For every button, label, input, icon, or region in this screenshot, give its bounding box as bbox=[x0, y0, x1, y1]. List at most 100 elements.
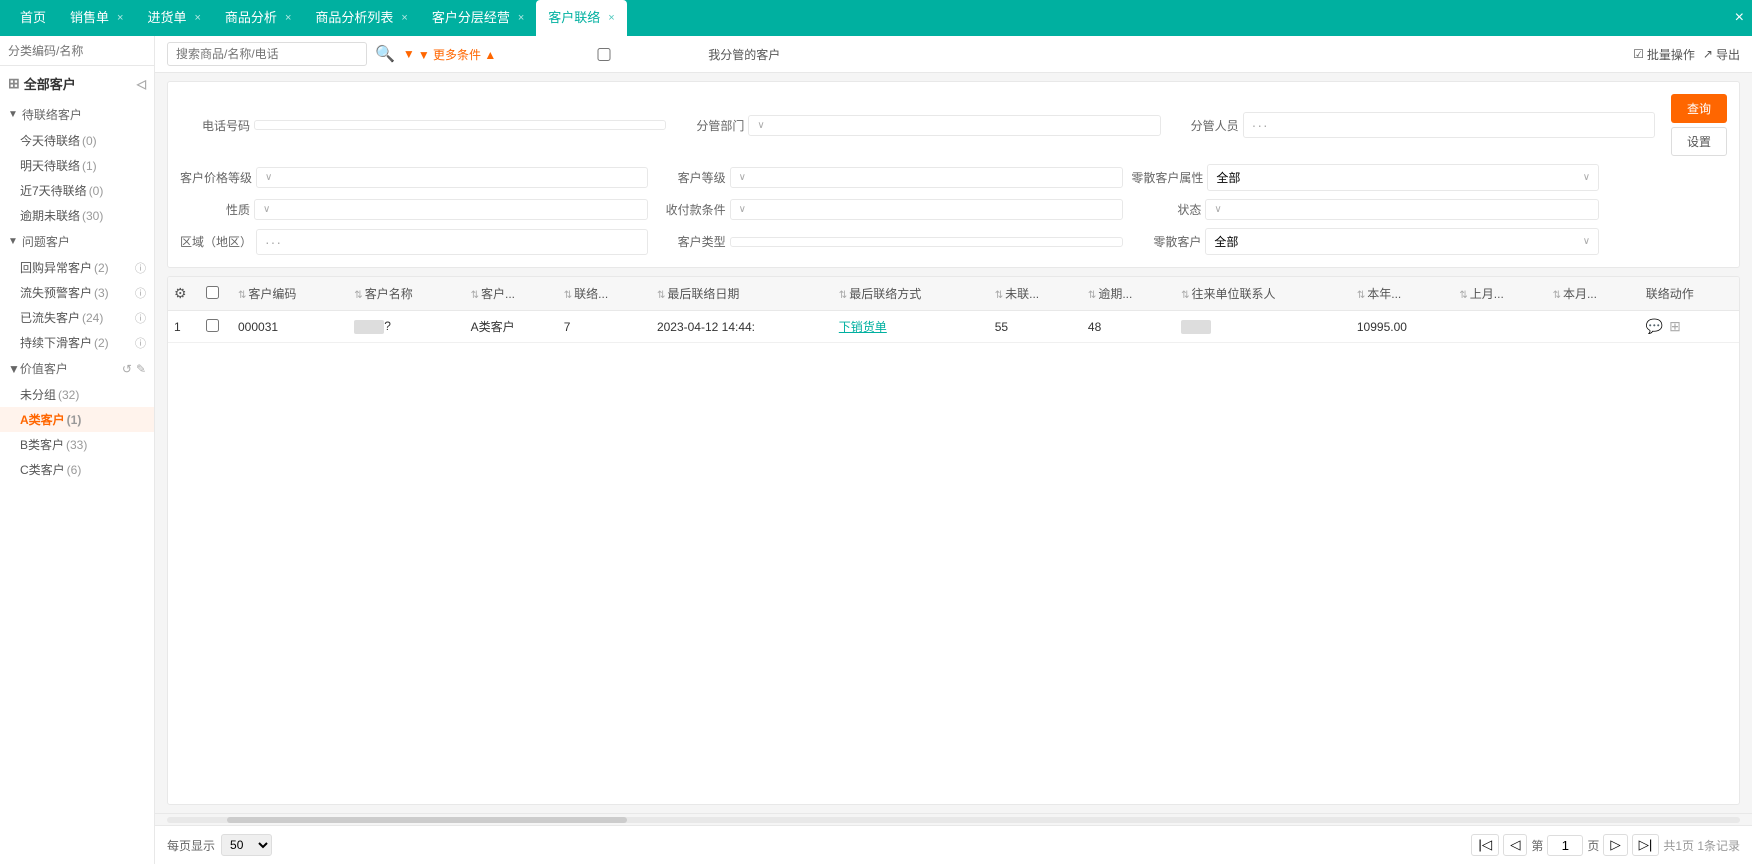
filter-customer-level-select[interactable]: ∨ bbox=[730, 167, 1124, 188]
filter-dept-select[interactable]: ∨ bbox=[748, 115, 1160, 136]
row-checkbox[interactable] bbox=[206, 319, 219, 332]
sidebar-item-tomorrow-contact[interactable]: 明天待联络(1) bbox=[0, 153, 154, 178]
refresh-icon[interactable]: ↺ bbox=[122, 362, 132, 376]
table-row: 1 000031 ? A类客户 7 2023-04-12 14:44: 下销货单 bbox=[168, 311, 1739, 343]
filter-retail-customer-select[interactable]: 全部 ∨ bbox=[1205, 228, 1599, 255]
filter-region: 区域（地区） ··· bbox=[180, 229, 648, 255]
sidebar-item-churned[interactable]: 已流失客户(24) ⓘ bbox=[0, 305, 154, 330]
batch-op-button[interactable]: ☑ 批量操作 bbox=[1633, 46, 1695, 63]
pagination: 每页显示 50 100 200 |◁ ◁ 第 页 ▷ ▷| 共1页 1条记录 bbox=[155, 825, 1752, 864]
close-customer-segment-icon[interactable]: × bbox=[518, 0, 524, 36]
column-settings-icon[interactable]: ⚙ bbox=[174, 285, 187, 301]
close-all-tabs[interactable]: × bbox=[1735, 9, 1744, 27]
th-this-year: ⇅本年... bbox=[1351, 277, 1454, 311]
sidebar-search-input[interactable] bbox=[8, 44, 155, 58]
close-purchase-icon[interactable]: × bbox=[194, 0, 200, 36]
my-customers-checkbox-label[interactable]: 我分管的客户 bbox=[504, 46, 780, 63]
query-button[interactable]: 查询 bbox=[1671, 94, 1727, 123]
td-customer-type: A类客户 bbox=[465, 311, 558, 343]
info-icon-declining: ⓘ bbox=[135, 335, 146, 351]
filter-status-select[interactable]: ∨ bbox=[1205, 199, 1599, 220]
toolbar: 🔍 ▼ ▼ 更多条件 ▲ 我分管的客户 ☑ 批量操作 ↗ 导出 bbox=[155, 36, 1752, 73]
edit-icon[interactable]: ✎ bbox=[136, 362, 146, 376]
sidebar-all-customers[interactable]: ⊞ 全部客户 ◁ bbox=[0, 66, 154, 101]
sidebar-collapse-icon[interactable]: ◁ bbox=[137, 77, 146, 91]
nav-purchase[interactable]: 进货单 × bbox=[135, 0, 212, 36]
nav-customer-contact[interactable]: 客户联络 × bbox=[536, 0, 626, 36]
sidebar-item-class-a[interactable]: A类客户(1) bbox=[0, 407, 154, 432]
sidebar-item-repurchase-abnormal[interactable]: 回购异常客户(2) ⓘ bbox=[0, 255, 154, 280]
search-input[interactable] bbox=[167, 42, 367, 66]
th-name: ⇅客户名称 bbox=[348, 277, 464, 311]
horizontal-scrollbar[interactable] bbox=[155, 813, 1752, 825]
nav-product-analysis[interactable]: 商品分析 × bbox=[213, 0, 303, 36]
filter-nature: 性质 ∨ bbox=[180, 199, 648, 220]
filter-button[interactable]: ▼ ▼ 更多条件 ▲ bbox=[403, 46, 496, 63]
per-page-select[interactable]: 50 100 200 bbox=[221, 834, 272, 856]
qr-icon[interactable]: ⊞ bbox=[1669, 318, 1681, 335]
td-not-contacted: 55 bbox=[989, 311, 1082, 343]
th-not-contacted: ⇅未联... bbox=[989, 277, 1082, 311]
close-product-analysis-icon[interactable]: × bbox=[285, 0, 291, 36]
close-product-list-icon[interactable]: × bbox=[401, 0, 407, 36]
next-page-button[interactable]: ▷ bbox=[1603, 834, 1627, 856]
total-records: 共1页 1条记录 bbox=[1663, 837, 1740, 854]
last-page-button[interactable]: ▷| bbox=[1632, 834, 1660, 856]
td-row-no: 1 bbox=[168, 311, 200, 343]
filter-retail-customer: 零散客户 全部 ∨ bbox=[1131, 228, 1599, 255]
close-sales-icon[interactable]: × bbox=[117, 0, 123, 36]
sidebar-item-declining[interactable]: 持续下滑客户(2) ⓘ bbox=[0, 330, 154, 355]
sidebar-item-7day-contact[interactable]: 近7天待联络(0) bbox=[0, 178, 154, 203]
info-icon-repurchase: ⓘ bbox=[135, 260, 146, 276]
filter-region-input[interactable]: ··· bbox=[256, 229, 648, 255]
th-customer-type: ⇅客户... bbox=[465, 277, 558, 311]
filter-manager-input[interactable]: ··· bbox=[1243, 112, 1655, 138]
td-contact-count: 7 bbox=[558, 311, 651, 343]
select-all-checkbox[interactable] bbox=[206, 286, 219, 299]
nav-customer-segment[interactable]: 客户分层经营 × bbox=[420, 0, 536, 36]
filter-price-level: 客户价格等级 ∨ bbox=[180, 167, 648, 188]
nav-product-list[interactable]: 商品分析列表 × bbox=[303, 0, 419, 36]
page-input[interactable] bbox=[1547, 835, 1583, 856]
search-button[interactable]: 🔍 bbox=[375, 44, 395, 64]
filter-customer-type-input[interactable] bbox=[730, 237, 1124, 247]
filter-retail-attr-select[interactable]: 全部 ∨ bbox=[1207, 164, 1599, 191]
nav-home[interactable]: 首页 bbox=[8, 0, 58, 36]
sidebar-item-today-contact[interactable]: 今天待联络(0) bbox=[0, 128, 154, 153]
th-this-month: ⇅本月... bbox=[1547, 277, 1640, 311]
filter-phone: 电话号码 bbox=[180, 117, 666, 134]
my-customers-checkbox[interactable] bbox=[504, 48, 704, 61]
sidebar-item-class-c[interactable]: C类客户(6) bbox=[0, 457, 154, 482]
settings-button[interactable]: 设置 bbox=[1671, 127, 1727, 156]
filter-price-level-select[interactable]: ∨ bbox=[256, 167, 648, 188]
th-actions: 联络动作 bbox=[1640, 277, 1739, 311]
filter-phone-input[interactable] bbox=[254, 120, 666, 130]
sidebar-search-bar: 🔍 bbox=[0, 36, 154, 66]
sidebar-item-overdue-contact[interactable]: 逾期未联络(30) bbox=[0, 203, 154, 228]
th-last-contact-date: ⇅最后联络日期 bbox=[651, 277, 833, 311]
scroll-thumb[interactable] bbox=[227, 817, 627, 823]
first-page-button[interactable]: |◁ bbox=[1471, 834, 1499, 856]
filter-dept: 分管部门 ∨ bbox=[674, 115, 1160, 136]
sidebar-section-pending[interactable]: ▼ 待联络客户 bbox=[0, 101, 154, 128]
filter-nature-select[interactable]: ∨ bbox=[254, 199, 648, 220]
close-customer-contact-icon[interactable]: × bbox=[608, 0, 614, 36]
sidebar-item-class-b[interactable]: B类客户(33) bbox=[0, 432, 154, 457]
sidebar-item-ungrouped[interactable]: 未分组(32) bbox=[0, 382, 154, 407]
td-this-month bbox=[1547, 311, 1640, 343]
filter-payment-select[interactable]: ∨ bbox=[730, 199, 1124, 220]
prev-page-button[interactable]: ◁ bbox=[1503, 834, 1527, 856]
chat-icon[interactable]: 💬 bbox=[1646, 318, 1663, 335]
contact-method-link[interactable]: 下销货单 bbox=[839, 320, 887, 334]
export-button[interactable]: ↗ 导出 bbox=[1703, 46, 1740, 63]
export-icon: ↗ bbox=[1703, 47, 1713, 61]
filter-row-4: 区域（地区） ··· 客户类型 零散客户 全部 ∨ bbox=[180, 224, 1727, 259]
sidebar-section-problem[interactable]: ▼ 问题客户 bbox=[0, 228, 154, 255]
td-last-month bbox=[1453, 311, 1546, 343]
main-layout: 🔍 ⊞ 全部客户 ◁ ▼ 待联络客户 今天待联络(0) 明天待联络(1) 近7天… bbox=[0, 36, 1752, 864]
th-last-contact-method: ⇅最后联络方式 bbox=[833, 277, 989, 311]
th-code: ⇅客户编码 bbox=[232, 277, 348, 311]
sidebar-item-churn-warning[interactable]: 流失预警客户(3) ⓘ bbox=[0, 280, 154, 305]
scroll-track bbox=[167, 817, 1740, 823]
nav-sales[interactable]: 销售单 × bbox=[58, 0, 135, 36]
